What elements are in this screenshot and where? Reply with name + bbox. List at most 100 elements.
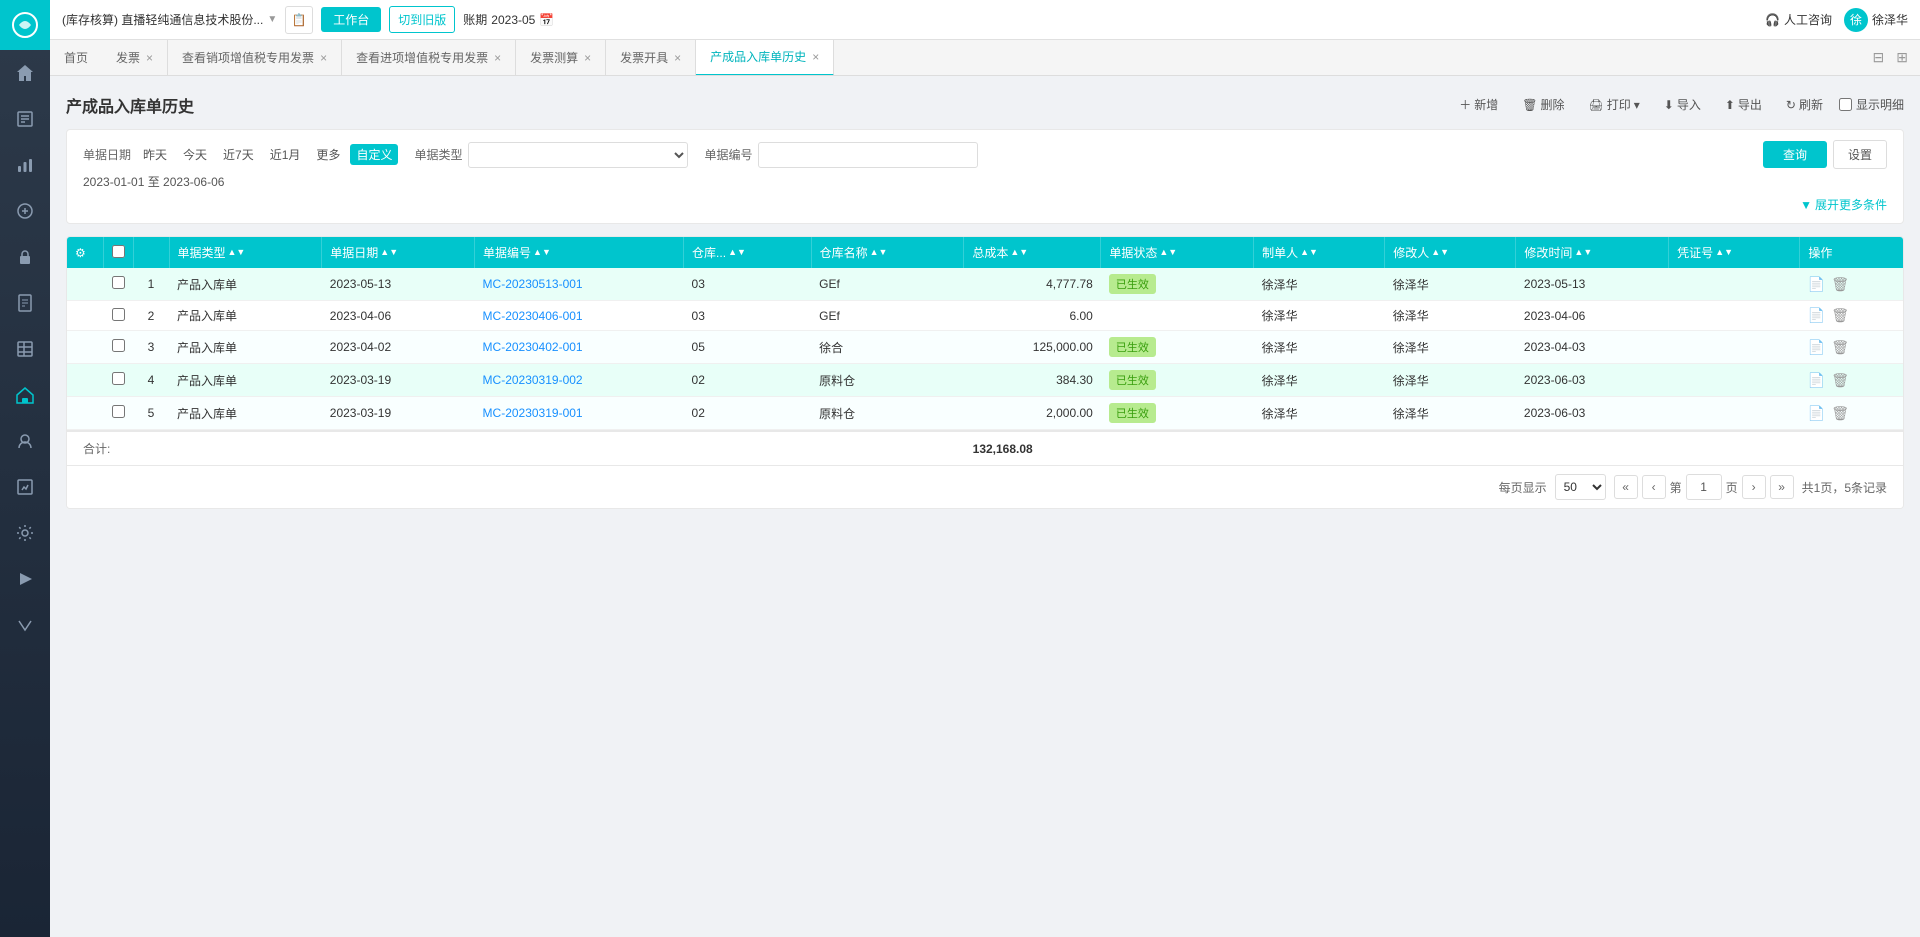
row-edit-icon[interactable]: 📄: [1808, 405, 1825, 422]
row-delete-icon[interactable]: 🗑: [1831, 339, 1849, 356]
sidebar-item-analytics[interactable]: [0, 142, 50, 188]
calendar-icon[interactable]: 📅: [539, 13, 554, 27]
sidebar-item-tax[interactable]: [0, 188, 50, 234]
tab-product-in[interactable]: 产成品入库单历史 ×: [696, 40, 834, 76]
page-size-select[interactable]: 50 20 100: [1555, 474, 1606, 500]
tab-invoice-close[interactable]: ×: [146, 52, 153, 64]
th-wh-code[interactable]: 仓库...▲▼: [684, 237, 812, 268]
row-checkbox[interactable]: [112, 339, 125, 352]
import-button[interactable]: ⬇ 导入: [1656, 92, 1709, 117]
switch-version-button[interactable]: 切到旧版: [389, 6, 455, 33]
expand-conditions-btn[interactable]: ▼ 展开更多条件: [1800, 196, 1887, 213]
th-modtime[interactable]: 修改时间▲▼: [1516, 237, 1669, 268]
quick-custom-btn[interactable]: 自定义: [350, 144, 398, 165]
row-number-link[interactable]: MC-20230319-002: [483, 373, 583, 387]
select-all-checkbox[interactable]: [112, 245, 125, 258]
sidebar-item-home[interactable]: [0, 50, 50, 96]
delete-button[interactable]: 🗑 删除: [1514, 92, 1572, 117]
tab-purchase-vat-close[interactable]: ×: [494, 52, 501, 64]
sidebar-item-lock[interactable]: [0, 234, 50, 280]
th-total[interactable]: 总成本▲▼: [964, 237, 1101, 268]
row-check-col[interactable]: [103, 301, 133, 331]
current-page-input[interactable]: [1686, 474, 1722, 500]
row-number[interactable]: MC-20230319-001: [475, 397, 684, 430]
quick-more-btn[interactable]: 更多: [310, 144, 346, 165]
row-number-link[interactable]: MC-20230406-001: [483, 309, 583, 323]
row-delete-icon[interactable]: 🗑: [1831, 405, 1849, 422]
row-check-col[interactable]: [103, 331, 133, 364]
tab-invoice-calc-close[interactable]: ×: [584, 52, 591, 64]
sidebar-item-report[interactable]: [0, 464, 50, 510]
row-checkbox[interactable]: [112, 372, 125, 385]
type-filter-select[interactable]: [468, 142, 688, 168]
prev-page-btn[interactable]: ‹: [1642, 475, 1666, 499]
th-wh-name[interactable]: 仓库名称▲▼: [811, 237, 964, 268]
quick-7days-btn[interactable]: 近7天: [217, 144, 260, 165]
th-voucher[interactable]: 凭证号▲▼: [1669, 237, 1800, 268]
last-page-btn[interactable]: »: [1770, 475, 1794, 499]
th-status[interactable]: 单据状态▲▼: [1101, 237, 1254, 268]
row-edit-icon[interactable]: 📄: [1808, 372, 1825, 389]
tab-product-in-close[interactable]: ×: [812, 51, 819, 63]
quick-1month-btn[interactable]: 近1月: [264, 144, 307, 165]
sidebar-item-v[interactable]: [0, 602, 50, 648]
sidebar-item-doc[interactable]: [0, 280, 50, 326]
row-edit-icon[interactable]: 📄: [1808, 307, 1825, 324]
sidebar-item-play[interactable]: [0, 556, 50, 602]
row-number-link[interactable]: MC-20230513-001: [483, 277, 583, 291]
sidebar-item-warehouse[interactable]: [0, 372, 50, 418]
query-button[interactable]: 查询: [1763, 141, 1827, 168]
number-filter-input[interactable]: [758, 142, 978, 168]
tab-restore-icon[interactable]: ⊟: [1869, 47, 1889, 68]
show-detail-checkbox[interactable]: [1839, 98, 1852, 111]
refresh-button[interactable]: ↻ 刷新: [1778, 92, 1831, 117]
tab-purchase-vat[interactable]: 查看进项增值税专用发票 ×: [342, 40, 516, 76]
set-button[interactable]: 设置: [1833, 140, 1887, 169]
tab-invoice[interactable]: 发票 ×: [102, 40, 168, 76]
th-date[interactable]: 单据日期▲▼: [322, 237, 475, 268]
row-delete-icon[interactable]: 🗑: [1831, 307, 1849, 324]
tab-invoice-open[interactable]: 发票开具 ×: [606, 40, 696, 76]
new-button[interactable]: ＋ 新增: [1451, 92, 1506, 117]
th-check[interactable]: [103, 237, 133, 268]
row-number[interactable]: MC-20230319-002: [475, 364, 684, 397]
quick-yesterday-btn[interactable]: 昨天: [137, 144, 173, 165]
row-number-link[interactable]: MC-20230402-001: [483, 340, 583, 354]
tab-sale-vat-close[interactable]: ×: [320, 52, 327, 64]
sidebar-item-table[interactable]: [0, 326, 50, 372]
sidebar-item-settings[interactable]: [0, 510, 50, 556]
th-number[interactable]: 单据编号▲▼: [475, 237, 684, 268]
row-edit-icon[interactable]: 📄: [1808, 276, 1825, 293]
doc-icon-btn[interactable]: 📋: [285, 6, 313, 34]
row-checkbox[interactable]: [112, 276, 125, 289]
print-button[interactable]: 🖨 打印 ▾: [1580, 92, 1647, 117]
first-page-btn[interactable]: «: [1614, 475, 1638, 499]
row-number[interactable]: MC-20230406-001: [475, 301, 684, 331]
quick-today-btn[interactable]: 今天: [177, 144, 213, 165]
row-number-link[interactable]: MC-20230319-001: [483, 406, 583, 420]
row-delete-icon[interactable]: 🗑: [1831, 372, 1849, 389]
tab-invoice-open-close[interactable]: ×: [674, 52, 681, 64]
tab-home[interactable]: 首页: [50, 40, 102, 76]
app-logo[interactable]: [0, 0, 50, 50]
row-edit-icon[interactable]: 📄: [1808, 339, 1825, 356]
row-check-col[interactable]: [103, 268, 133, 301]
row-checkbox[interactable]: [112, 308, 125, 321]
row-check-col[interactable]: [103, 397, 133, 430]
row-number[interactable]: MC-20230402-001: [475, 331, 684, 364]
sidebar-item-invoice[interactable]: [0, 96, 50, 142]
sidebar-item-stamp[interactable]: [0, 418, 50, 464]
tab-sale-vat[interactable]: 查看销项增值税专用发票 ×: [168, 40, 342, 76]
th-modifier[interactable]: 修改人▲▼: [1385, 237, 1516, 268]
company-selector[interactable]: (库存核算) 直播轻纯通信息技术股份... ▼: [62, 11, 277, 28]
row-checkbox[interactable]: [112, 405, 125, 418]
row-number[interactable]: MC-20230513-001: [475, 268, 684, 301]
th-creator[interactable]: 制单人▲▼: [1254, 237, 1385, 268]
tab-invoice-calc[interactable]: 发票测算 ×: [516, 40, 606, 76]
th-type[interactable]: 单据类型▲▼: [169, 237, 322, 268]
export-button[interactable]: ⬆ 导出: [1717, 92, 1770, 117]
show-detail-checkbox-label[interactable]: 显示明细: [1839, 96, 1904, 113]
th-settings[interactable]: ⚙: [67, 237, 103, 268]
row-check-col[interactable]: [103, 364, 133, 397]
tab-expand-icon[interactable]: ⊞: [1892, 47, 1912, 68]
